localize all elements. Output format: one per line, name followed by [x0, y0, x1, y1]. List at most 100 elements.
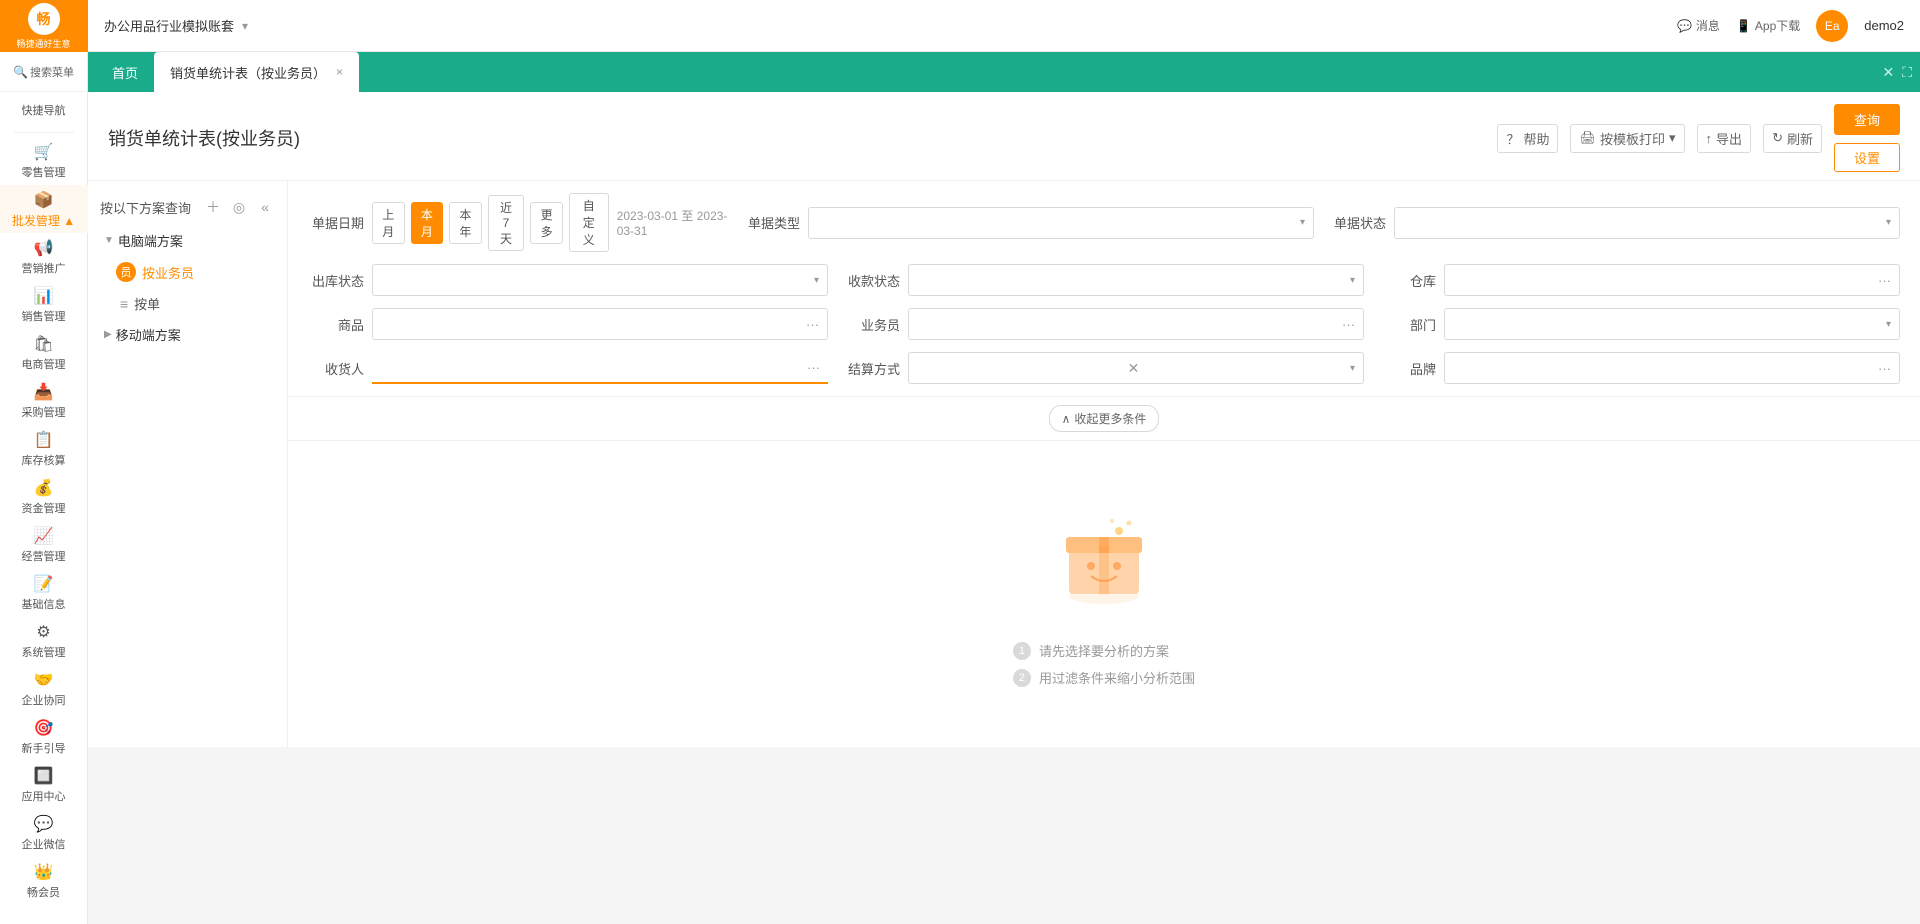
date-this-month[interactable]: 本月 — [411, 202, 444, 244]
receive-status-label: 收款状态 — [844, 271, 900, 290]
sidebar-item-wechat[interactable]: 💬 企业微信 — [0, 809, 88, 857]
staff-input[interactable] — [913, 317, 1338, 332]
goods-input[interactable] — [377, 317, 802, 332]
consignee-input[interactable] — [376, 360, 803, 375]
date-this-year[interactable]: 本年 — [449, 202, 482, 244]
tree-mobile-label: 移动端方案 — [116, 325, 181, 344]
refresh-button[interactable]: ↻ 刷新 — [1763, 124, 1822, 153]
date-custom[interactable]: 自定义 — [569, 193, 609, 252]
date-more[interactable]: 更多 — [530, 202, 563, 244]
wholesale-group-label[interactable]: 📦 批发管理 ▲ — [0, 185, 88, 233]
dept-select[interactable]: ▾ — [1444, 308, 1900, 340]
sidebar-item-ecommerce[interactable]: 🛍 电商管理 — [0, 329, 88, 377]
empty-label-1: 请先选择要分析的方案 — [1039, 641, 1169, 660]
filter-dept-item: 部门 ▾ — [1380, 308, 1900, 340]
sidebar-item-finance[interactable]: 💰 资金管理 — [0, 473, 88, 521]
tab-home[interactable]: 首页 — [96, 52, 154, 92]
help-button[interactable]: ？ 帮助 — [1497, 124, 1558, 153]
tab-close-window-icon[interactable]: ✕ — [1882, 64, 1894, 81]
tree-sub-by-staff[interactable]: 员 按业务员 — [108, 256, 287, 288]
collapse-label: 收起更多条件 — [1074, 410, 1146, 427]
filter-staff-item: 业务员 ··· — [844, 308, 1364, 340]
header-dropdown-icon[interactable]: ▾ — [242, 19, 248, 33]
tree-mobile-item[interactable]: ▶ 移动端方案 — [88, 319, 287, 350]
system-icon: ⚙ — [36, 622, 50, 642]
brand-input[interactable] — [1449, 361, 1874, 376]
warehouse-input[interactable] — [1449, 266, 1874, 294]
tab-maximize-icon[interactable]: ⛶ — [1902, 64, 1912, 81]
username[interactable]: demo2 — [1864, 18, 1904, 33]
collapse-button[interactable]: ∧ 收起更多条件 — [1049, 405, 1160, 432]
tree-sub-by-order[interactable]: ≡ 按单 — [108, 288, 287, 319]
cooperation-label: 企业协同 — [22, 692, 66, 708]
ecommerce-label: 电商管理 — [22, 356, 66, 372]
sidebar-item-cooperation[interactable]: 🤝 企业协同 — [0, 665, 88, 713]
sidebar-item-inventory[interactable]: 📋 库存核算 — [0, 425, 88, 473]
header-app-btn[interactable]: 📱 App下载 — [1736, 17, 1800, 34]
filter-goods-item: 商品 ··· — [308, 308, 828, 340]
out-status-arrow-icon: ▾ — [814, 275, 819, 286]
sidebar-quick-nav[interactable]: 快捷导航 — [0, 92, 88, 128]
consignee-dots-icon[interactable]: ··· — [803, 360, 824, 375]
tab-close-icon[interactable]: × — [336, 65, 343, 79]
doc-type-select[interactable]: ▾ — [808, 207, 1314, 239]
filter-consignee-item: 收货人 ··· — [308, 352, 828, 384]
query-button[interactable]: 查询 — [1834, 104, 1900, 135]
header-right: 💬 消息 📱 App下载 Ea demo2 — [1677, 10, 1904, 42]
help-label: 帮助 — [1523, 129, 1549, 148]
collapse-panel-icon[interactable]: « — [255, 197, 275, 217]
refresh-icon: ↻ — [1772, 130, 1783, 146]
header-message-btn[interactable]: 💬 消息 — [1677, 17, 1720, 34]
sidebar-search[interactable]: 🔍 搜索菜单 — [0, 52, 88, 92]
warehouse-dots-icon[interactable]: ··· — [1874, 273, 1895, 288]
settings-button[interactable]: 设置 — [1834, 143, 1900, 172]
dept-label: 部门 — [1380, 315, 1436, 334]
export-button[interactable]: ↑ 导出 — [1697, 124, 1752, 153]
content-area: 按以下方案查询 ＋ ◎ « — [88, 181, 1920, 747]
home-tab-label: 首页 — [112, 63, 138, 82]
date-last-7[interactable]: 近7天 — [488, 195, 525, 251]
sidebar-item-newbie[interactable]: 🎯 新手引导 — [0, 713, 88, 761]
add-scheme-icon[interactable]: ＋ — [203, 197, 223, 217]
operation-label: 经营管理 — [22, 548, 66, 564]
sidebar-item-member[interactable]: 👑 畅会员 — [0, 857, 88, 905]
print-icon: 🖨 — [1579, 130, 1596, 146]
out-status-select[interactable]: ▾ — [372, 264, 828, 296]
sidebar-item-retail[interactable]: 🛒 零售管理 — [0, 137, 88, 185]
sidebar-item-wholesale[interactable]: 📦 批发管理 ▲ — [0, 185, 88, 233]
empty-illustration — [1044, 501, 1164, 621]
brand-dots-icon[interactable]: ··· — [1874, 361, 1895, 376]
message-label: 消息 — [1696, 17, 1720, 34]
doc-status-select[interactable]: ▾ — [1394, 207, 1900, 239]
sidebar-item-sales[interactable]: 📊 销售管理 — [0, 281, 88, 329]
sidebar-logo[interactable]: 畅 畅捷通好生意 — [0, 0, 88, 52]
sidebar-item-operation[interactable]: 📈 经营管理 — [0, 521, 88, 569]
sidebar-item-basic[interactable]: 📝 基础信息 — [0, 569, 88, 617]
tree-desktop-label: 电脑端方案 — [118, 231, 183, 250]
payment-clear-icon[interactable]: ✕ — [1124, 360, 1144, 377]
avatar[interactable]: Ea — [1816, 10, 1848, 42]
receive-status-select[interactable]: ▾ — [908, 264, 1364, 296]
sidebar-item-purchase[interactable]: 📥 采购管理 — [0, 377, 88, 425]
staff-dots-icon[interactable]: ··· — [1338, 317, 1359, 332]
sidebar-item-marketing[interactable]: 📢 营销推广 — [0, 233, 88, 281]
settings-scheme-icon[interactable]: ◎ — [229, 197, 249, 217]
doc-status-label: 单据状态 — [1330, 213, 1386, 232]
dept-arrow-icon: ▾ — [1886, 319, 1891, 330]
tree-desktop-item[interactable]: ▼ 电脑端方案 — [88, 225, 287, 256]
print-button[interactable]: 🖨 按模板打印 ▾ — [1570, 124, 1684, 153]
sidebar-item-system[interactable]: ⚙ 系统管理 — [0, 617, 88, 665]
empty-text-1: 1 请先选择要分析的方案 — [1013, 641, 1195, 660]
payment-select[interactable]: ✕ ▾ — [908, 352, 1364, 384]
purchase-icon: 📥 — [34, 382, 54, 402]
tree-desktop-arrow: ▼ — [104, 235, 114, 246]
newbie-icon: 🎯 — [34, 718, 54, 738]
main-area: 办公用品行业模拟账套 ▾ 💬 消息 📱 App下载 Ea demo2 首页 销货… — [88, 0, 1920, 924]
by-order-label: 按单 — [134, 294, 160, 313]
sidebar-item-apps[interactable]: 🔲 应用中心 — [0, 761, 88, 809]
sidebar-divider — [14, 132, 74, 133]
date-last-month[interactable]: 上月 — [372, 202, 405, 244]
goods-dots-icon[interactable]: ··· — [802, 317, 823, 332]
tab-sales-stat[interactable]: 销货单统计表（按业务员） × — [154, 52, 359, 92]
filter-row-1: 单据日期 上月 本月 本年 近7天 更多 自定义 2023-03-01 至 20… — [308, 193, 1900, 252]
